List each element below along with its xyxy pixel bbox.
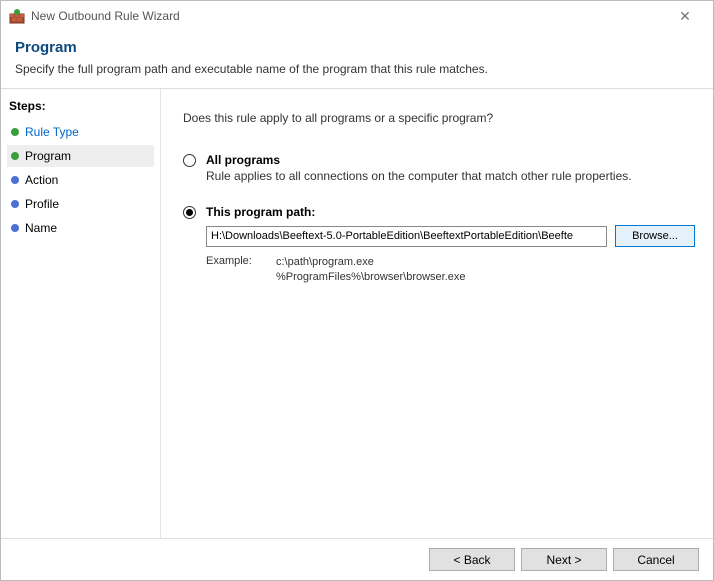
wizard-window: New Outbound Rule Wizard ✕ Program Speci… <box>0 0 714 581</box>
bullet-icon <box>11 176 19 184</box>
titlebar: New Outbound Rule Wizard ✕ <box>1 1 713 31</box>
window-title: New Outbound Rule Wizard <box>31 9 665 23</box>
close-icon[interactable]: ✕ <box>665 8 705 25</box>
step-profile[interactable]: Profile <box>7 193 154 215</box>
step-label: Action <box>25 173 58 187</box>
step-label: Name <box>25 221 57 235</box>
option-all-label: All programs <box>206 153 280 167</box>
browse-button[interactable]: Browse... <box>615 225 695 247</box>
step-action[interactable]: Action <box>7 169 154 191</box>
step-label: Rule Type <box>25 125 79 139</box>
steps-sidebar: Steps: Rule Type Program Action Profile Name <box>1 89 161 538</box>
radio-all-programs[interactable] <box>183 154 196 167</box>
question-text: Does this rule apply to all programs or … <box>183 111 695 125</box>
cancel-button[interactable]: Cancel <box>613 548 699 571</box>
example-text: c:\path\program.exe %ProgramFiles%\brows… <box>276 255 466 286</box>
step-program[interactable]: Program <box>7 145 154 167</box>
option-path-label: This program path: <box>206 205 315 219</box>
option-all-programs: All programs Rule applies to all connect… <box>183 153 695 183</box>
steps-heading: Steps: <box>7 99 154 113</box>
bullet-icon <box>11 200 19 208</box>
bullet-icon <box>11 128 19 136</box>
next-button[interactable]: Next > <box>521 548 607 571</box>
option-all-desc: Rule applies to all connections on the c… <box>206 169 695 183</box>
page-description: Specify the full program path and execut… <box>15 62 699 76</box>
step-name[interactable]: Name <box>7 217 154 239</box>
wizard-content: Does this rule apply to all programs or … <box>161 89 713 538</box>
example-label: Example: <box>206 255 276 286</box>
option-program-path: This program path: Browse... Example: c:… <box>183 205 695 286</box>
step-label: Program <box>25 149 71 163</box>
bullet-icon <box>11 224 19 232</box>
radio-program-path[interactable] <box>183 206 196 219</box>
firewall-icon <box>9 8 25 24</box>
bullet-icon <box>11 152 19 160</box>
wizard-footer: < Back Next > Cancel <box>1 538 713 580</box>
back-button[interactable]: < Back <box>429 548 515 571</box>
step-label: Profile <box>25 197 59 211</box>
wizard-body: Steps: Rule Type Program Action Profile Name… <box>1 89 713 538</box>
program-path-input[interactable] <box>206 226 607 247</box>
wizard-header: Program Specify the full program path an… <box>1 31 713 89</box>
step-rule-type[interactable]: Rule Type <box>7 121 154 143</box>
page-title: Program <box>15 39 699 56</box>
